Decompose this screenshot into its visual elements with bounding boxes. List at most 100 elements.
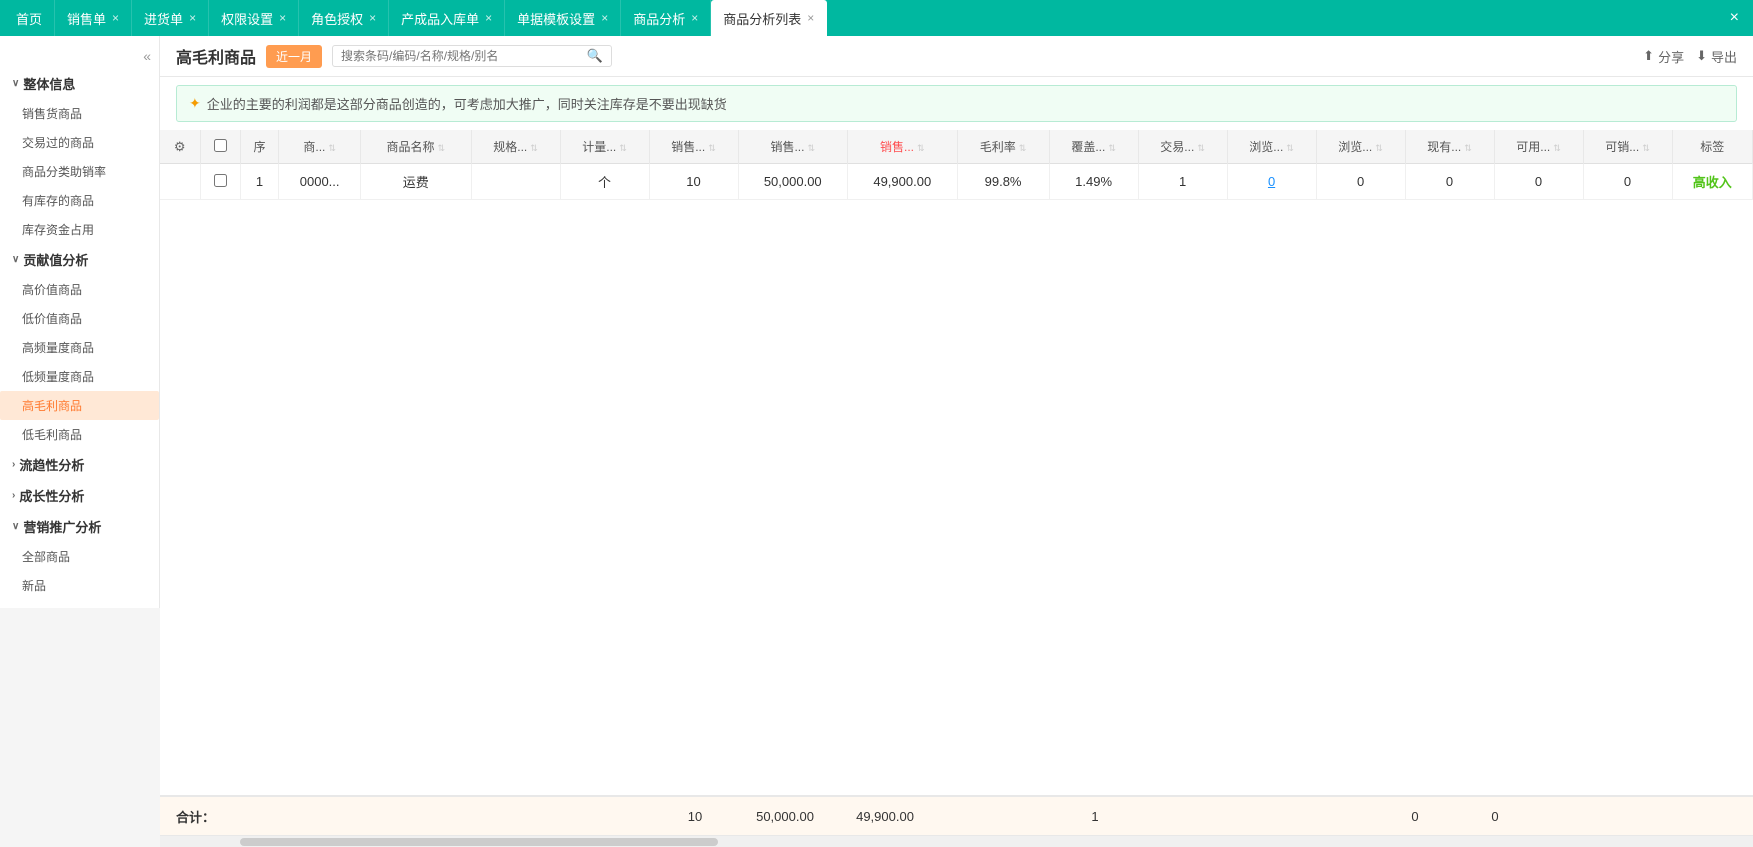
col-browse1[interactable]: 浏览...⇅	[1227, 130, 1316, 164]
close-analysis-tab[interactable]: ×	[691, 11, 698, 25]
filter-recent-month-btn[interactable]: 近一月	[266, 45, 322, 68]
marketing-arrow: ∨	[12, 521, 19, 532]
sidebar-group-marketing-items: 全部商品 新品	[0, 542, 159, 600]
content-area: 高毛利商品 近一月 🔍 ⬆ 分享 ⬇ 导出 ✦ 企业的主要的利润都是这部分商品创…	[160, 36, 1753, 847]
nav-home[interactable]: 首页	[4, 0, 55, 36]
export-icon: ⬇	[1696, 48, 1707, 64]
sidebar-group-overall[interactable]: ∨ 整体信息	[0, 68, 159, 99]
sort-icon-browse1: ⇅	[1286, 143, 1294, 153]
export-btn[interactable]: ⬇ 导出	[1696, 47, 1737, 66]
sidebar-group-trend[interactable]: › 流趋性分析	[0, 449, 159, 480]
sidebar-group-contribution[interactable]: ∨ 贡献值分析	[0, 244, 159, 275]
col-spec[interactable]: 规格...⇅	[471, 130, 560, 164]
close-analysis-list-tab[interactable]: ×	[807, 11, 814, 25]
settings-icon[interactable]: ⚙	[174, 139, 186, 154]
close-purchase-tab[interactable]: ×	[189, 11, 196, 25]
search-input[interactable]	[341, 49, 587, 63]
nav-purchase[interactable]: 进货单 ×	[132, 0, 209, 36]
row-sellable-stock: 0	[1583, 164, 1672, 200]
sidebar-item-low-margin[interactable]: 低毛利商品	[0, 420, 159, 449]
share-btn[interactable]: ⬆ 分享	[1643, 47, 1684, 66]
nav-analysis-list[interactable]: 商品分析列表 ×	[711, 0, 827, 36]
table-header-row: ⚙ 序 商...⇅ 商品名称⇅ 规格...⇅	[160, 130, 1753, 164]
row-select-checkbox[interactable]	[214, 174, 227, 187]
sort-icon-available-stock: ⇅	[1553, 143, 1561, 153]
close-product-inbound-tab[interactable]: ×	[485, 11, 492, 25]
nav-role[interactable]: 角色授权 ×	[299, 0, 389, 36]
footer-sales-amount: 50,000.00	[735, 809, 835, 824]
sidebar-item-high-freq[interactable]: 高频量度商品	[0, 333, 159, 362]
growth-arrow: ›	[12, 490, 15, 501]
sort-icon-unit: ⇅	[619, 143, 627, 153]
sidebar-item-goods-assist-rate[interactable]: 商品分类助销率	[0, 157, 159, 186]
info-icon: ✦	[189, 95, 201, 112]
sidebar-item-all-goods[interactable]: 全部商品	[0, 542, 159, 571]
col-tag: 标签	[1672, 130, 1753, 164]
col-margin-rate[interactable]: 毛利率⇅	[957, 130, 1049, 164]
row-browse2: 0	[1316, 164, 1405, 200]
sidebar-group-growth[interactable]: › 成长性分析	[0, 480, 159, 511]
select-all-checkbox[interactable]	[214, 139, 227, 152]
col-available-stock[interactable]: 可用...⇅	[1494, 130, 1583, 164]
col-current-stock[interactable]: 现有...⇅	[1405, 130, 1494, 164]
main-area: « ∨ 整体信息 销售货商品 交易过的商品 商品分类助销率 有库存的商品 库存资…	[0, 36, 1753, 847]
sidebar-item-sales-goods[interactable]: 销售货商品	[0, 99, 159, 128]
sidebar-group-overall-items: 销售货商品 交易过的商品 商品分类助销率 有库存的商品 库存资金占用	[0, 99, 159, 244]
nav-product-inbound[interactable]: 产成品入库单 ×	[389, 0, 505, 36]
col-code[interactable]: 商...⇅	[279, 130, 361, 164]
sidebar-item-new-goods[interactable]: 新品	[0, 571, 159, 600]
col-browse2[interactable]: 浏览...⇅	[1316, 130, 1405, 164]
sort-icon-name: ⇅	[437, 143, 445, 153]
row-checkbox[interactable]	[200, 164, 240, 200]
sidebar-item-high-value[interactable]: 高价值商品	[0, 275, 159, 304]
nav-permission[interactable]: 权限设置 ×	[209, 0, 299, 36]
nav-sales[interactable]: 销售单 ×	[55, 0, 132, 36]
horizontal-scrollbar[interactable]	[160, 835, 1753, 847]
footer-current-stock	[1295, 809, 1375, 824]
col-checkbox	[200, 130, 240, 164]
data-table: ⚙ 序 商...⇅ 商品名称⇅ 规格...⇅	[160, 130, 1753, 200]
footer-sales-profit: 49,900.00	[835, 809, 935, 824]
footer-browse1	[1135, 809, 1215, 824]
close-role-tab[interactable]: ×	[369, 11, 376, 25]
close-template-tab[interactable]: ×	[601, 11, 608, 25]
search-icon[interactable]: 🔍	[587, 48, 603, 64]
sidebar-collapse-btn[interactable]: «	[143, 48, 151, 64]
sidebar-item-low-freq[interactable]: 低频量度商品	[0, 362, 159, 391]
col-name[interactable]: 商品名称⇅	[360, 130, 471, 164]
sidebar-item-traded-goods[interactable]: 交易过的商品	[0, 128, 159, 157]
row-index: 1	[240, 164, 279, 200]
close-sales-tab[interactable]: ×	[112, 11, 119, 25]
sidebar-item-low-value[interactable]: 低价值商品	[0, 304, 159, 333]
col-sales-profit[interactable]: 销售...⇅	[848, 130, 958, 164]
col-sales-qty[interactable]: 销售...⇅	[649, 130, 738, 164]
sort-icon-margin-rate: ⇅	[1019, 143, 1027, 153]
col-sales-amount[interactable]: 销售...⇅	[738, 130, 848, 164]
nav-analysis[interactable]: 商品分析 ×	[621, 0, 711, 36]
trend-arrow: ›	[12, 459, 15, 470]
col-unit[interactable]: 计量...⇅	[560, 130, 649, 164]
col-trade-count[interactable]: 交易...⇅	[1138, 130, 1227, 164]
sort-icon-sales-amount: ⇅	[807, 143, 815, 153]
sidebar: « ∨ 整体信息 销售货商品 交易过的商品 商品分类助销率 有库存的商品 库存资…	[0, 36, 160, 608]
top-nav: 首页 销售单 × 进货单 × 权限设置 × 角色授权 × 产成品入库单 × 单据…	[0, 0, 1753, 36]
footer-available-stock: 0	[1375, 809, 1455, 824]
sidebar-group-marketing[interactable]: ∨ 营销推广分析	[0, 511, 159, 542]
footer-spacer	[235, 809, 655, 824]
footer-values: 10 50,000.00 49,900.00 1 0 0	[235, 809, 1737, 824]
col-coverage[interactable]: 覆盖...⇅	[1049, 130, 1138, 164]
scroll-thumb[interactable]	[240, 838, 718, 846]
sidebar-item-inventory-capital[interactable]: 库存资金占用	[0, 215, 159, 244]
col-sellable-stock[interactable]: 可销...⇅	[1583, 130, 1672, 164]
close-all-tabs[interactable]: ×	[1720, 9, 1749, 27]
close-permission-tab[interactable]: ×	[279, 11, 286, 25]
row-browse1[interactable]: 0	[1227, 164, 1316, 200]
sort-icon-current-stock: ⇅	[1464, 143, 1472, 153]
sidebar-item-high-margin[interactable]: 高毛利商品	[0, 391, 159, 420]
sidebar-item-inventory-goods[interactable]: 有库存的商品	[0, 186, 159, 215]
row-sales-qty: 10	[649, 164, 738, 200]
row-coverage: 1.49%	[1049, 164, 1138, 200]
row-current-stock: 0	[1405, 164, 1494, 200]
nav-template[interactable]: 单据模板设置 ×	[505, 0, 621, 36]
row-sales-profit: 49,900.00	[848, 164, 958, 200]
